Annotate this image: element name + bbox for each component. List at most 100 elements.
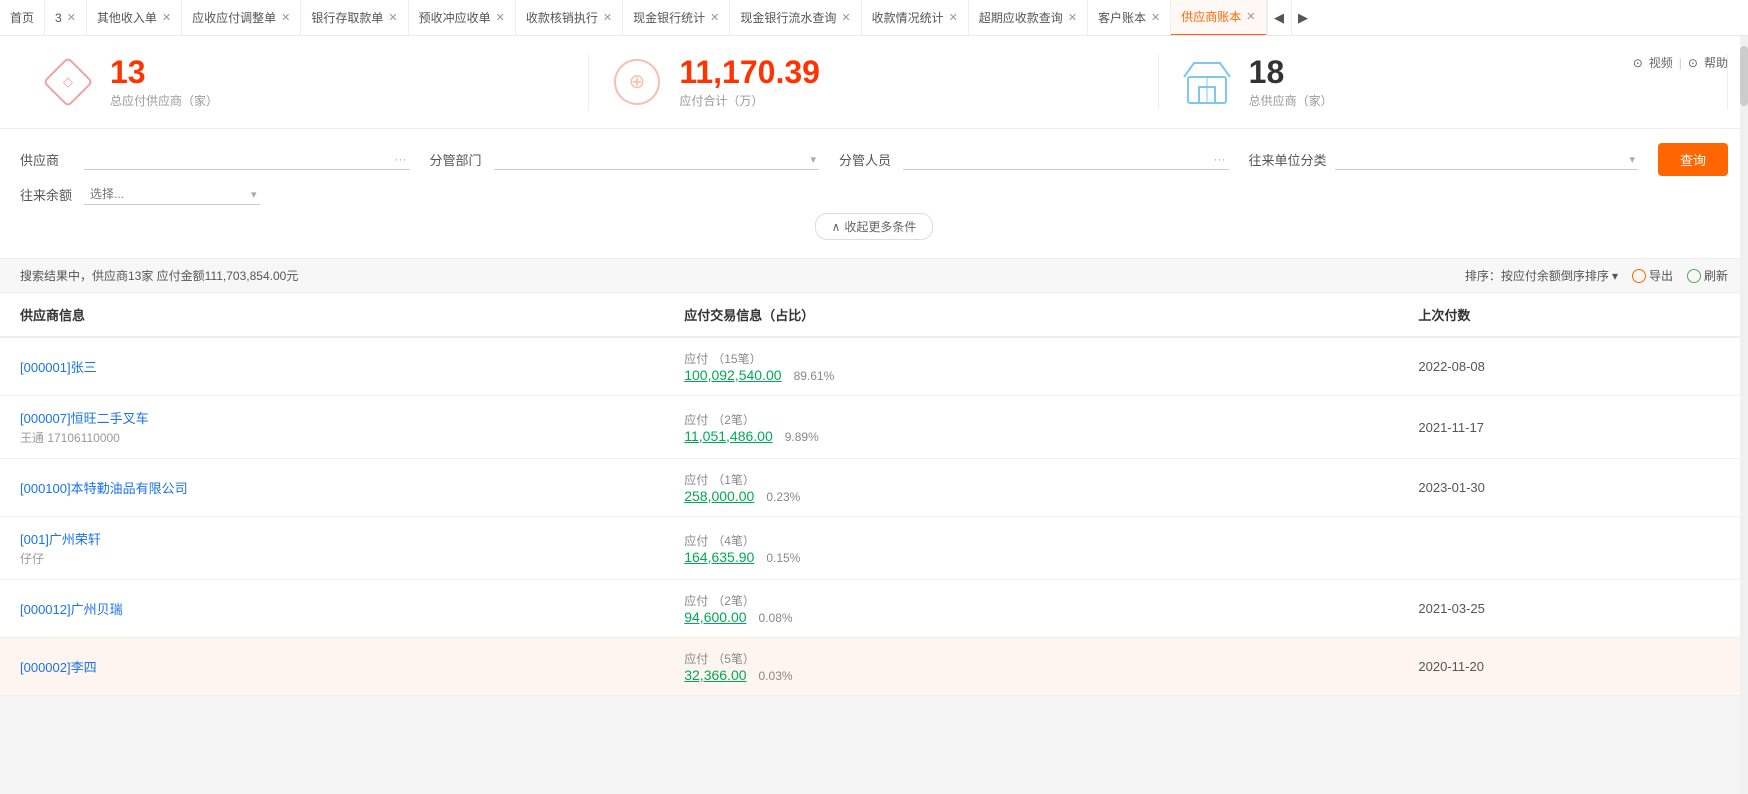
summary-card-ap-total: ⊕ 11,170.39 应付合计（万） [589,54,1158,110]
close-icon[interactable]: ✕ [496,11,505,24]
nav-arrow-right[interactable]: ▶ [1291,0,1315,36]
close-icon[interactable]: ✕ [710,11,719,24]
nav-arrow-left[interactable]: ◀ [1267,0,1291,36]
supplier-link[interactable]: [000012]广州贝瑞 [20,602,123,617]
nav-tab-collect-verify-label: 收款核销执行 [526,9,598,26]
tx-line1: 应付（2笔） [684,592,1378,609]
tx-amount[interactable]: 11,051,486.00 [684,428,773,444]
total-suppliers-value: 18 [1249,56,1333,88]
nav-tab-ap-adjust[interactable]: 应收应付调整单 ✕ [182,0,301,36]
close-icon[interactable]: ✕ [1151,11,1160,24]
result-actions: 排序：按应付余额倒序排序 ▾ 导出 刷新 [1465,267,1728,284]
nav-tab-t3-label: 3 [55,11,62,25]
col-header-supplier: 供应商信息 [0,293,664,337]
last-payment-date: 2022-08-08 [1418,359,1485,374]
dept-dropdown-icon[interactable]: ▾ [810,153,816,166]
nav-tab-collect-verify[interactable]: 收款核销执行 ✕ [516,0,623,36]
collapse-row: ∧ 收起更多条件 [20,213,1728,240]
nav-tab-cash-bank-stats[interactable]: 现金银行统计 ✕ [623,0,730,36]
supplier-sub-info: 王通 17106110000 [20,429,644,446]
nav-tab-advance-collect[interactable]: 预收冲应收单 ✕ [409,0,516,36]
scrollbar[interactable] [1740,36,1748,794]
ap-suppliers-text: 13 总应付供应商（家） [110,56,218,109]
last-payment-cell: 2022-08-08 [1398,337,1748,396]
nav-tab-home-label: 首页 [10,9,34,26]
tx-amount[interactable]: 164,635.90 [684,549,754,565]
col-header-last-payment: 上次付数 [1398,293,1748,337]
summary-area: ◇ 13 总应付供应商（家） ⊕ 11,170.39 应付合计（万） [0,36,1748,129]
tx-cell: 应付（2笔）11,051,486.009.89% [664,396,1398,459]
nav-tab-overdue-query[interactable]: 超期应收款查询 ✕ [969,0,1088,36]
balance-input[interactable] [84,184,251,204]
nav-tab-cash-bank-flow[interactable]: 现金银行流水查询 ✕ [730,0,861,36]
col-header-tx: 应付交易信息（占比） [664,293,1398,337]
nav-tab-supplier-account[interactable]: 供应商账本 ✕ [1171,0,1266,36]
dept-input[interactable] [494,149,811,169]
nav-tab-cash-bank-flow-label: 现金银行流水查询 [740,9,836,26]
balance-dropdown-icon[interactable]: ▾ [251,188,257,201]
close-icon[interactable]: ✕ [841,11,850,24]
help-icon: ⊙ [1688,56,1698,70]
refresh-button[interactable]: 刷新 [1687,267,1728,284]
close-icon[interactable]: ✕ [67,11,76,24]
supplier-link[interactable]: [000002]李四 [20,660,97,675]
last-payment-cell [1398,517,1748,580]
last-payment-cell: 2021-11-17 [1398,396,1748,459]
export-button[interactable]: 导出 [1632,267,1673,284]
close-icon[interactable]: ✕ [1068,11,1077,24]
tx-cell: 应付（1笔）258,000.000.23% [664,459,1398,517]
filter-row-2: 往来余额 ▾ [20,184,1728,205]
export-icon [1632,269,1646,283]
last-payment-date: 2021-03-25 [1418,601,1485,616]
svg-text:⊕: ⊕ [629,71,646,93]
nav-tab-other-income-label: 其他收入单 [97,9,157,26]
nav-tab-other-income[interactable]: 其他收入单 ✕ [87,0,182,36]
person-dots[interactable]: ··· [1214,152,1226,166]
nav-tab-bank-deposit[interactable]: 银行存取款单 ✕ [301,0,408,36]
close-icon[interactable]: ✕ [949,11,958,24]
supplier-link[interactable]: [000001]张三 [20,360,97,375]
nav-tab-cash-bank-stats-label: 现金银行统计 [633,9,705,26]
supplier-dots[interactable]: ··· [395,152,407,166]
category-input[interactable] [1335,149,1630,169]
nav-tab-t3[interactable]: 3 ✕ [45,0,87,36]
category-dropdown-icon[interactable]: ▾ [1629,153,1635,166]
summary-card-ap-suppliers: ◇ 13 总应付供应商（家） [20,54,589,110]
sort-button[interactable]: 排序：按应付余额倒序排序 ▾ [1465,267,1618,284]
sort-arrow-icon: ▾ [1612,269,1618,283]
supplier-link[interactable]: [001]广州荣轩 [20,532,101,547]
export-label: 导出 [1649,267,1673,284]
collapse-button[interactable]: ∧ 收起更多条件 [815,213,934,240]
close-icon[interactable]: ✕ [1246,10,1255,23]
last-payment-date: 2020-11-20 [1418,659,1484,674]
tx-amount[interactable]: 258,000.00 [684,488,754,504]
supplier-input[interactable] [84,149,395,169]
close-icon[interactable]: ✕ [162,11,171,24]
video-link[interactable]: 视频 [1649,54,1673,71]
nav-tab-home[interactable]: 首页 [0,0,45,36]
category-label: 往来单位分类 [1249,150,1327,169]
table-row: [000007]恒旺二手叉车王通 17106110000 应付（2笔）11,051… [0,396,1748,459]
balance-label: 往来余额 [20,185,76,204]
nav-tab-collect-stats[interactable]: 收款情况统计 ✕ [862,0,969,36]
tx-cell: 应付（5笔）32,366.000.03% [664,638,1398,696]
close-icon[interactable]: ✕ [388,11,397,24]
close-icon[interactable]: ✕ [603,11,612,24]
nav-tab-customer-account[interactable]: 客户账本 ✕ [1088,0,1171,36]
help-link[interactable]: 帮助 [1704,54,1728,71]
tx-amount[interactable]: 94,600.00 [684,609,746,625]
tx-line2: 11,051,486.009.89% [684,428,1378,444]
supplier-link[interactable]: [000100]本特勤油品有限公司 [20,481,188,496]
close-icon[interactable]: ✕ [281,11,290,24]
separator: | [1679,56,1682,70]
person-input[interactable] [903,149,1214,169]
supplier-cell: [001]广州荣轩仔仔 [0,517,664,580]
search-button[interactable]: 查询 [1658,143,1728,176]
supplier-link[interactable]: [000007]恒旺二手叉车 [20,411,149,426]
tx-amount[interactable]: 100,092,540.00 [684,367,781,383]
scrollbar-thumb[interactable] [1740,46,1748,106]
tx-line2: 164,635.900.15% [684,549,1378,565]
person-input-wrap: ··· [903,149,1229,170]
nav-tab-overdue-query-label: 超期应收款查询 [979,9,1063,26]
tx-amount[interactable]: 32,366.00 [684,667,746,683]
